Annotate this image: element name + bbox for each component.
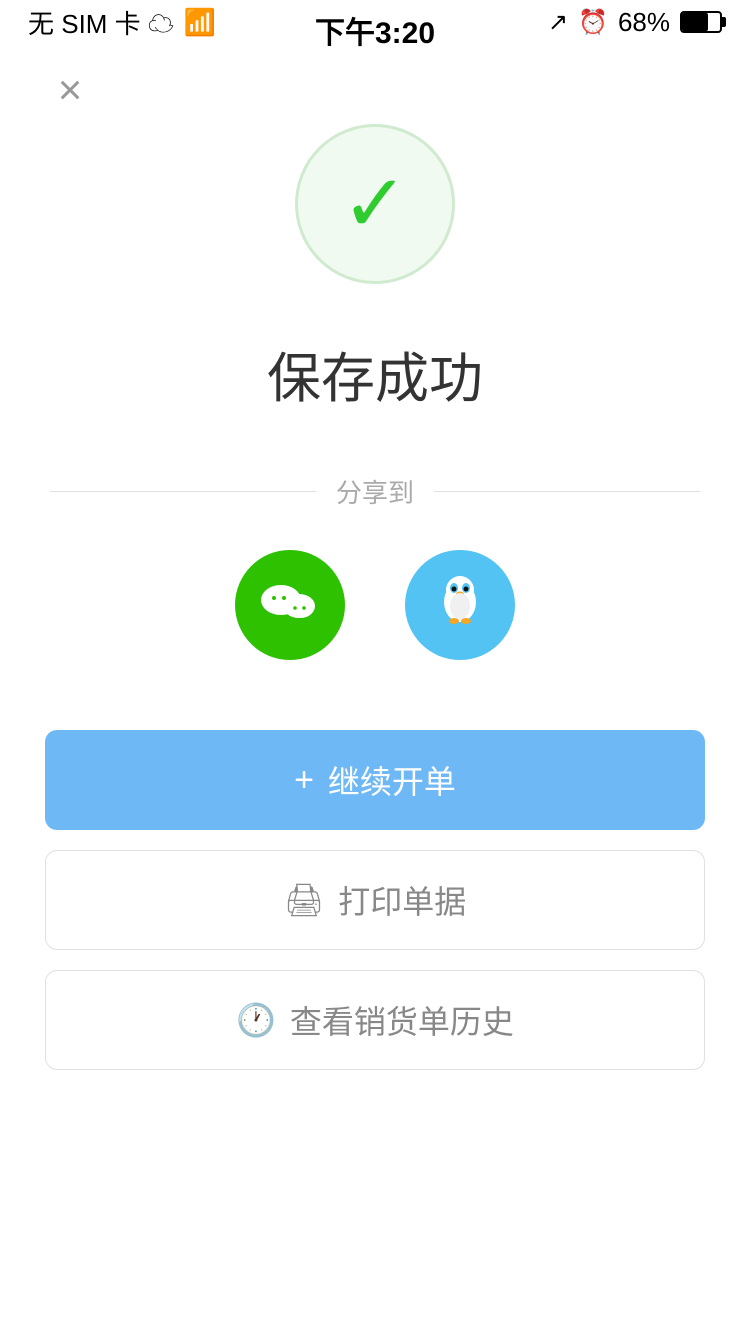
printer-icon: 🖨 [284,881,325,919]
print-label: 打印单据 [338,877,466,923]
share-label: 分享到 [336,473,414,510]
qq-share-button[interactable] [405,550,515,660]
history-button[interactable]: 🕐 查看销货单历史 [45,970,705,1070]
status-right: ↗ ⏰ 68% [548,7,722,38]
wechat-share-button[interactable] [235,550,345,660]
alarm-icon: ⏰ [578,8,608,37]
close-button[interactable]: × [40,60,100,120]
print-button[interactable]: 🖨 打印单据 [45,850,705,950]
success-title: 保存成功 [267,334,483,413]
continue-label: 继续开单 [328,757,456,803]
main-content: ✓ 保存成功 分享到 [0,44,750,1334]
status-left: 无 SIM 卡 ☁ 📶 [28,4,216,41]
wechat-icon [257,572,323,638]
location-icon: ↗ [548,8,568,37]
continue-button[interactable]: + 继续开单 [45,730,705,830]
share-icons-container [235,550,515,660]
qq-icon [427,572,493,638]
no-sim-text: 无 SIM 卡 ☁ [28,4,174,41]
share-divider: 分享到 [50,473,700,510]
wifi-icon: 📶 [184,7,216,38]
clock-icon: 🕐 [236,1001,276,1039]
plus-icon: + [294,761,314,800]
history-label: 查看销货单历史 [290,997,514,1043]
divider-left [50,491,316,492]
status-time: 下午3:20 [315,8,435,52]
success-circle: ✓ [295,124,455,284]
divider-right [434,491,700,492]
close-icon: × [58,69,83,111]
checkmark-icon: ✓ [341,164,408,244]
action-buttons: + 继续开单 🖨 打印单据 🕐 查看销货单历史 [45,730,705,1070]
battery-icon [680,11,722,33]
battery-percent: 68% [618,7,670,38]
